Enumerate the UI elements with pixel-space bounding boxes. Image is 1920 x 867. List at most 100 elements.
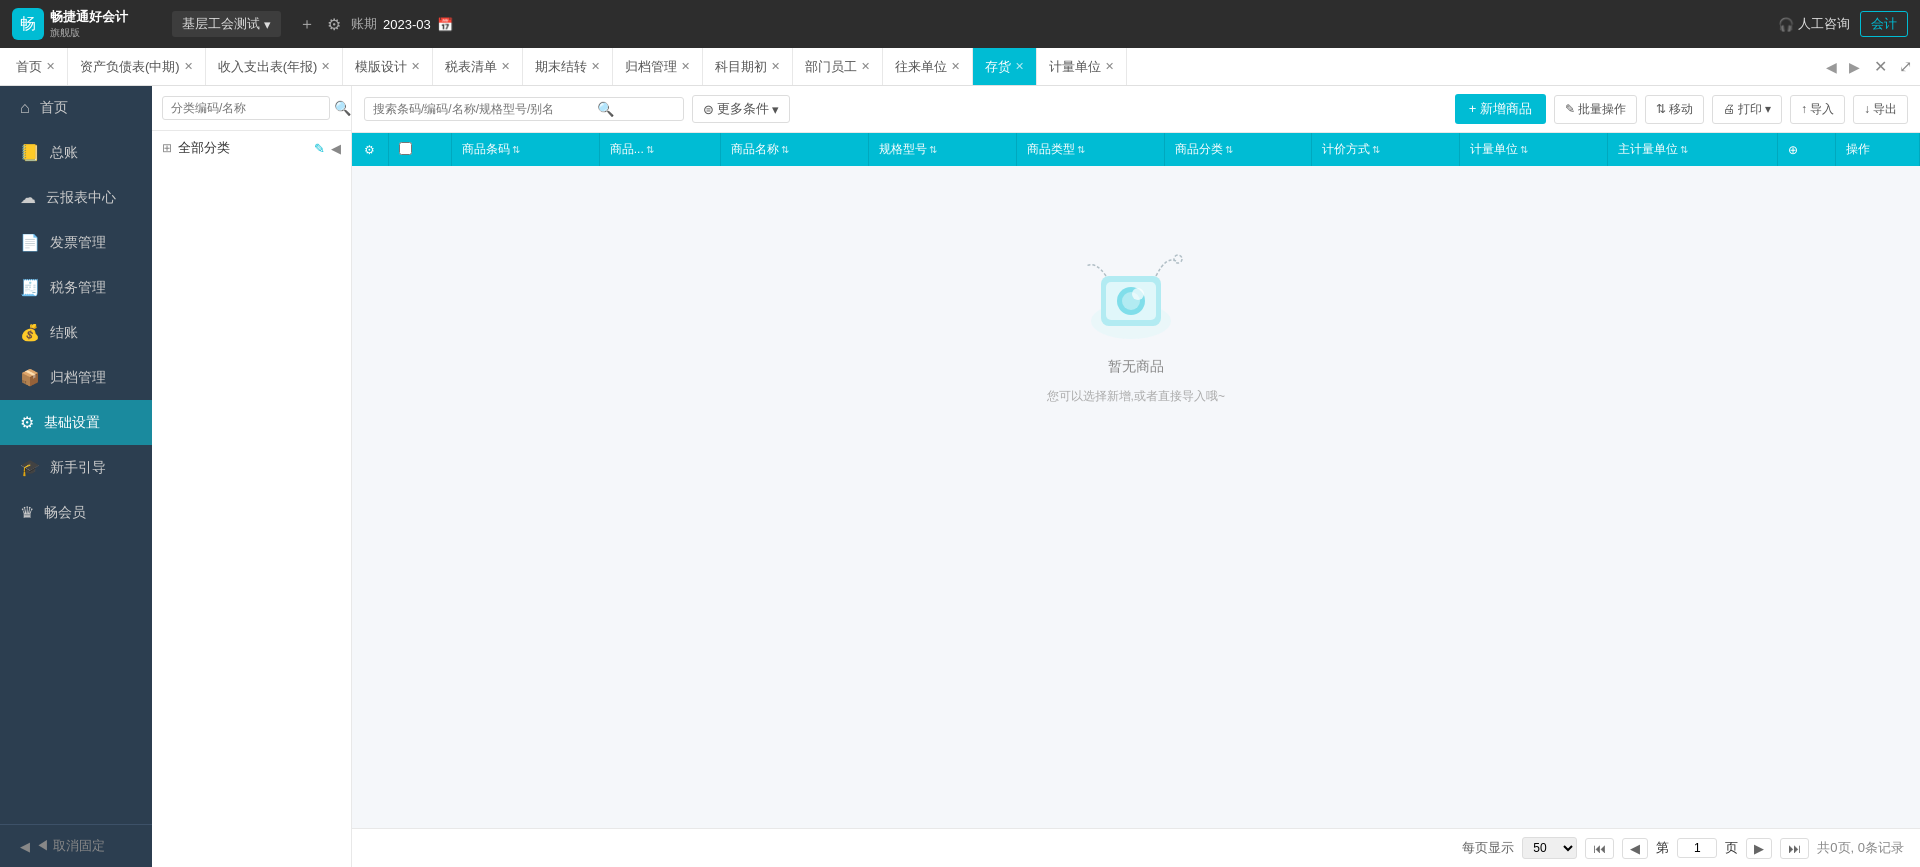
tab-close-icon[interactable]: ✕ — [681, 60, 690, 73]
page-size-label: 每页显示 — [1462, 839, 1514, 857]
sort-button[interactable]: 计价方式 ⇅ — [1322, 141, 1380, 158]
tab-close-icon[interactable]: ✕ — [321, 60, 330, 73]
page-prev-button[interactable]: ◀ — [1622, 838, 1648, 859]
category-search-input[interactable] — [162, 96, 330, 120]
tab-税表清单[interactable]: 税表清单✕ — [433, 48, 523, 85]
sort-button[interactable]: 商品名称 ⇅ — [731, 141, 789, 158]
sidebar-item-云报表中心[interactable]: ☁ 云报表中心 — [0, 175, 152, 220]
nav-icon: 📦 — [20, 368, 40, 387]
content-area: 🔍 ⊞ 全部分类 ✎ ◀ 🔍 — [152, 86, 1920, 867]
tab-close-icon[interactable]: ✕ — [1105, 60, 1114, 73]
sidebar-item-发票管理[interactable]: 📄 发票管理 — [0, 220, 152, 265]
sidebar-item-归档管理[interactable]: 📦 归档管理 — [0, 355, 152, 400]
empty-title: 暂无商品 — [1108, 358, 1164, 376]
tab-科目期初[interactable]: 科目期初 ✕ — [703, 48, 793, 85]
tab-资产负债表(中期)[interactable]: 资产负债表(中期)✕ — [68, 48, 206, 85]
page-number-input[interactable] — [1677, 838, 1717, 858]
col-header-4[interactable]: 商品名称 ⇅ — [721, 133, 869, 166]
page-size-select[interactable]: 50 10 20 100 — [1522, 837, 1577, 859]
maximize-icon[interactable]: ⤢ — [1895, 57, 1916, 76]
tab-close-icon[interactable]: ✕ — [591, 60, 600, 73]
tab-close-icon[interactable]: ✕ — [501, 60, 510, 73]
page-next-button[interactable]: ▶ — [1746, 838, 1772, 859]
settings-icon[interactable]: ⚙ — [327, 15, 341, 34]
sidebar-item-总账[interactable]: 📒 总账 — [0, 130, 152, 175]
product-table: ⚙ 商品条码 ⇅ 商品... ⇅ 商品名称 ⇅ 规格型号 ⇅ 商品类型 ⇅ 商品… — [352, 133, 1920, 485]
sort-button[interactable]: 商品类型 ⇅ — [1027, 141, 1085, 158]
tab-nav-right[interactable]: ▶ — [1843, 48, 1866, 85]
tab-close-icon[interactable]: ✕ — [184, 60, 193, 73]
tab-首页[interactable]: 首页✕ — [4, 48, 68, 85]
tab-close-icon[interactable]: ✕ — [861, 60, 870, 73]
empty-illustration — [1076, 246, 1196, 346]
sidebar-item-结账[interactable]: 💰 结账 — [0, 310, 152, 355]
sort-button[interactable]: 规格型号 ⇅ — [879, 141, 937, 158]
empty-state: 暂无商品 您可以选择新增,或者直接导入哦~ — [352, 166, 1920, 485]
tab-label: 科目期初 — [715, 58, 767, 76]
sidebar-item-基础设置[interactable]: ⚙ 基础设置 — [0, 400, 152, 445]
sort-button[interactable]: 计量单位 ⇅ — [1470, 141, 1528, 158]
tab-close-icon[interactable]: ✕ — [951, 60, 960, 73]
more-filters-button[interactable]: ⊜ 更多条件 ▾ — [692, 95, 790, 123]
print-icon: 🖨 — [1723, 102, 1735, 116]
col-header-6[interactable]: 商品类型 ⇅ — [1016, 133, 1164, 166]
account-badge[interactable]: 会计 — [1860, 11, 1908, 37]
sort-button[interactable]: 主计量单位 ⇅ — [1618, 141, 1688, 158]
tab-往来单位[interactable]: 往来单位✕ — [883, 48, 973, 85]
move-button[interactable]: ⇅ 移动 — [1645, 95, 1704, 124]
collapse-panel-icon[interactable]: ◀ — [331, 141, 341, 156]
col-header-3[interactable]: 商品... ⇅ — [599, 133, 721, 166]
sidebar-item-新手引导[interactable]: 🎓 新手引导 — [0, 445, 152, 490]
table-header-row: ⚙ 商品条码 ⇅ 商品... ⇅ 商品名称 ⇅ 规格型号 ⇅ 商品类型 ⇅ 商品… — [352, 133, 1920, 166]
tab-存货[interactable]: 存货✕ — [973, 48, 1037, 85]
cancel-pin-button[interactable]: ◀ ◀ 取消固定 — [0, 824, 152, 867]
product-search-input[interactable] — [373, 102, 593, 116]
tab-nav-left[interactable]: ◀ — [1820, 48, 1843, 85]
sidebar-item-畅会员[interactable]: ♛ 畅会员 — [0, 490, 152, 535]
col-header-7[interactable]: 商品分类 ⇅ — [1164, 133, 1312, 166]
tab-close-icon[interactable]: ✕ — [411, 60, 420, 73]
period-area: 账期 2023-03 📅 — [351, 15, 453, 33]
calendar-icon[interactable]: 📅 — [437, 17, 453, 32]
add-product-button[interactable]: + 新增商品 — [1455, 94, 1546, 124]
search-icon[interactable]: 🔍 — [597, 101, 614, 117]
tab-计量单位[interactable]: 计量单位✕ — [1037, 48, 1127, 85]
select-all-checkbox[interactable] — [399, 142, 412, 155]
import-button[interactable]: ↑ 导入 — [1790, 95, 1845, 124]
tab-收入支出表(年报)[interactable]: 收入支出表(年报)✕ — [206, 48, 344, 85]
tab-close-icon[interactable]: ✕ — [771, 60, 780, 73]
sort-button[interactable]: 商品条码 ⇅ — [462, 141, 520, 158]
page-first-button[interactable]: ⏮ — [1585, 838, 1614, 859]
ai-consult-button[interactable]: 🎧 人工咨询 — [1778, 15, 1850, 33]
tab-归档管理[interactable]: 归档管理✕ — [613, 48, 703, 85]
export-button[interactable]: ↓ 导出 — [1853, 95, 1908, 124]
tab-期末结转[interactable]: 期末结转✕ — [523, 48, 613, 85]
edit-category-icon[interactable]: ✎ — [314, 141, 325, 156]
col-header-5[interactable]: 规格型号 ⇅ — [869, 133, 1017, 166]
close-tab-icon[interactable]: ✕ — [1870, 57, 1891, 76]
batch-operation-button[interactable]: ✎ 批量操作 — [1554, 95, 1637, 124]
import-icon: ↑ — [1801, 102, 1807, 116]
tab-模版设计[interactable]: 模版设计✕ — [343, 48, 433, 85]
logo-text: 畅捷通好会计 旗舰版 — [50, 8, 128, 40]
tab-部门员工[interactable]: 部门员工✕ — [793, 48, 883, 85]
page-last-button[interactable]: ⏭ — [1780, 838, 1809, 859]
add-icon[interactable]: ＋ — [299, 14, 315, 35]
tab-close-icon[interactable]: ✕ — [1015, 60, 1024, 73]
col-header-2[interactable]: 商品条码 ⇅ — [452, 133, 600, 166]
sidebar-item-税务管理[interactable]: 🧾 税务管理 — [0, 265, 152, 310]
sidebar-item-首页[interactable]: ⌂ 首页 — [0, 86, 152, 130]
col-header-9[interactable]: 计量单位 ⇅ — [1459, 133, 1607, 166]
sort-button[interactable]: 商品分类 ⇅ — [1175, 141, 1233, 158]
print-button[interactable]: 🖨 打印 ▾ — [1712, 95, 1782, 124]
col-header-0: ⚙ — [352, 133, 388, 166]
category-search-icon[interactable]: 🔍 — [334, 100, 351, 116]
all-categories-item[interactable]: ⊞ 全部分类 ✎ ◀ — [152, 131, 351, 165]
nav-label: 发票管理 — [50, 234, 106, 252]
sort-button[interactable]: 商品... ⇅ — [610, 141, 654, 158]
col-header-8[interactable]: 计价方式 ⇅ — [1312, 133, 1460, 166]
col-header-10[interactable]: 主计量单位 ⇅ — [1607, 133, 1777, 166]
tab-close-icon[interactable]: ✕ — [46, 60, 55, 73]
nav-label: 税务管理 — [50, 279, 106, 297]
company-selector[interactable]: 基层工会测试 ▾ — [172, 11, 281, 37]
